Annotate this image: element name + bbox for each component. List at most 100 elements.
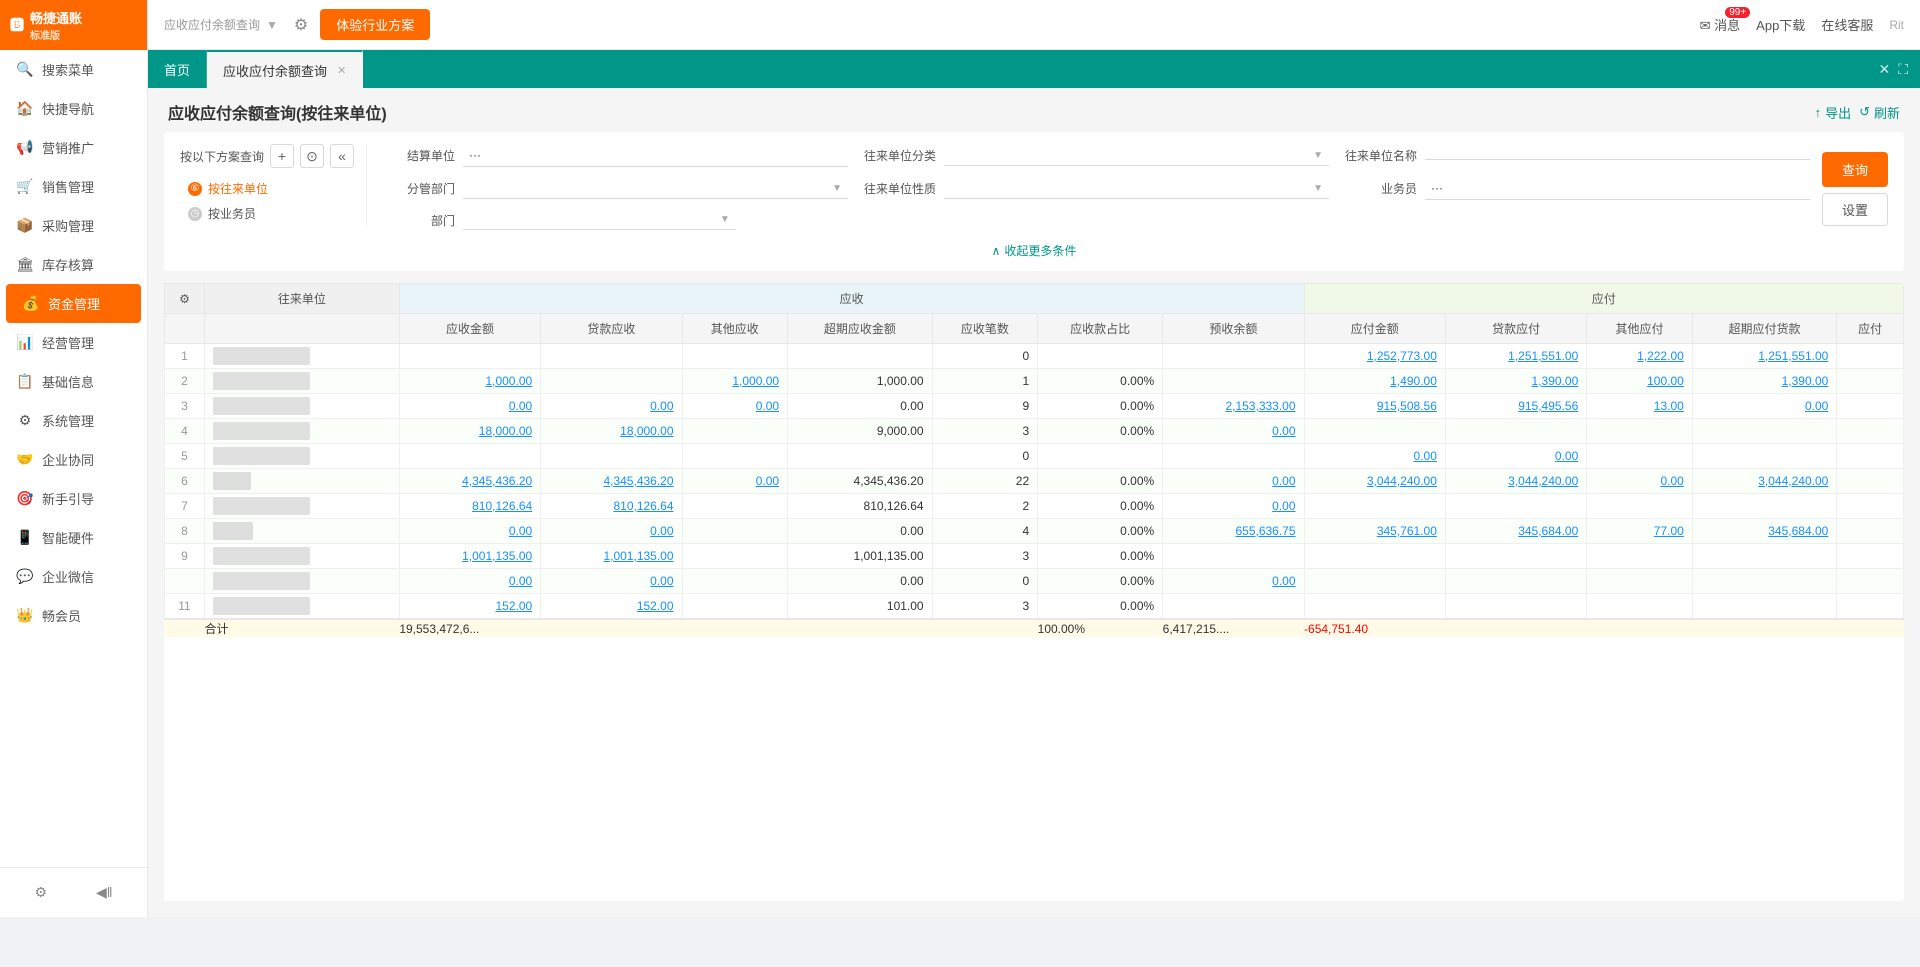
cell-loan-p[interactable]: 1,251,551.00 (1445, 344, 1586, 369)
industry-btn[interactable]: 体验行业方案 (320, 9, 430, 40)
cell-payable[interactable]: 1,490.00 (1304, 369, 1445, 394)
breadcrumb-arrow[interactable]: ▼ (266, 18, 278, 32)
salesman-input[interactable]: ··· (1425, 177, 1810, 200)
cell-overdue-p[interactable]: 1,390.00 (1692, 369, 1837, 394)
cell-other-p[interactable]: 0.00 (1587, 469, 1693, 494)
cell-loan-p[interactable]: 915,495.56 (1445, 394, 1586, 419)
cell-receivable[interactable]: 810,126.64 (399, 494, 540, 519)
tab-query[interactable]: 应收应付余额查询 ✕ (207, 50, 363, 88)
cell-other-p[interactable]: 100.00 (1587, 369, 1693, 394)
cell-receivable[interactable]: 152.00 (399, 594, 540, 620)
cell-overdue-p[interactable]: 1,251,551.00 (1692, 344, 1837, 369)
unit-nature-input[interactable]: ▼ (944, 179, 1329, 199)
sidebar-item-新手引导[interactable]: 🎯新手引导 (0, 479, 147, 518)
cell-payable[interactable]: 3,044,240.00 (1304, 469, 1445, 494)
app-download[interactable]: App下载 (1756, 15, 1805, 34)
tab-close-window-icon[interactable]: ✕ (1878, 61, 1890, 78)
cell-receivable[interactable]: 0.00 (399, 569, 540, 594)
cell-loan-r[interactable]: 152.00 (541, 594, 682, 620)
footer-advance[interactable]: 6,417,215.... (1163, 619, 1304, 637)
sidebar-item-资金管理[interactable]: 💰资金管理 (6, 284, 141, 323)
cell-advance[interactable]: 0.00 (1163, 469, 1304, 494)
dept-input[interactable]: ▼ (463, 179, 848, 199)
query-btn[interactable]: 查询 (1822, 152, 1888, 187)
unit-category-input[interactable]: ▼ (944, 146, 1329, 166)
unit-name-input[interactable] (1425, 151, 1810, 160)
sidebar-collapse-btn[interactable]: ◀‖ (90, 878, 119, 907)
add-scheme-btn[interactable]: + (270, 144, 294, 168)
sidebar-item-经营管理[interactable]: 📊经营管理 (0, 323, 147, 362)
cell-loan-r[interactable]: 18,000.00 (541, 419, 682, 444)
sidebar-item-采购管理[interactable]: 📦采购管理 (0, 206, 147, 245)
tab-expand-icon[interactable]: ⛶ (1898, 61, 1908, 78)
cell-receivable[interactable]: 18,000.00 (399, 419, 540, 444)
cell-loan-r[interactable]: 4,345,436.20 (541, 469, 682, 494)
cell-loan-r[interactable]: 0.00 (541, 519, 682, 544)
th-receivable-ratio: 应收款占比 (1038, 314, 1163, 344)
cell-receivable[interactable]: 0.00 (399, 394, 540, 419)
refresh-btn[interactable]: ↺ 刷新 (1859, 103, 1900, 122)
sidebar-item-营销推广[interactable]: 📢营销推广 (0, 128, 147, 167)
cell-other-r[interactable]: 0.00 (682, 469, 788, 494)
cell-loan-p[interactable]: 345,684.00 (1445, 519, 1586, 544)
table-container[interactable]: ⚙ 往来单位 应收 应付 应收金额 贷款应收 其他应收 超期应 (164, 283, 1904, 901)
cell-receivable[interactable]: 1,000.00 (399, 369, 540, 394)
collapse-more-btn[interactable]: ∧ 收起更多条件 (992, 242, 1077, 259)
cell-advance[interactable]: 655,636.75 (1163, 519, 1304, 544)
cell-payable[interactable]: 915,508.56 (1304, 394, 1445, 419)
sidebar-item-搜索菜单[interactable]: 🔍搜索菜单 (0, 50, 147, 89)
cell-loan-r[interactable]: 0.00 (541, 569, 682, 594)
cell-overdue-p[interactable]: 3,044,240.00 (1692, 469, 1837, 494)
sidebar-settings-btn[interactable]: ⚙ (28, 878, 53, 907)
sidebar-item-智能硬件[interactable]: 📱智能硬件 (0, 518, 147, 557)
cell-loan-r[interactable]: 810,126.64 (541, 494, 682, 519)
cell-loan-p[interactable]: 0.00 (1445, 444, 1586, 469)
cell-other-r[interactable]: 1,000.00 (682, 369, 788, 394)
tab-close-icon[interactable]: ✕ (337, 64, 346, 77)
sidebar-item-企业微信[interactable]: 💬企业微信 (0, 557, 147, 596)
cell-loan-p[interactable]: 3,044,240.00 (1445, 469, 1586, 494)
export-btn[interactable]: ↑ 导出 (1815, 103, 1852, 122)
cell-payable[interactable]: 0.00 (1304, 444, 1445, 469)
cell-other-p[interactable]: 77.00 (1587, 519, 1693, 544)
sidebar-item-销售管理[interactable]: 🛒销售管理 (0, 167, 147, 206)
cell-loan-p[interactable]: 1,390.00 (1445, 369, 1586, 394)
cell-advance[interactable]: 0.00 (1163, 494, 1304, 519)
cell-loan-r[interactable]: 1,001,135.00 (541, 544, 682, 569)
scheme-settings-btn[interactable]: ⊙ (300, 144, 324, 168)
cell-other-p[interactable]: 1,222.00 (1587, 344, 1693, 369)
department-input[interactable]: ▼ (463, 210, 736, 230)
cell-receivable[interactable]: 0.00 (399, 519, 540, 544)
cell-advance[interactable]: 2,153,333.00 (1163, 394, 1304, 419)
settlement-unit-input[interactable]: ··· (463, 144, 848, 167)
cell-advance[interactable]: 0.00 (1163, 419, 1304, 444)
sidebar-item-基础信息[interactable]: 📋基础信息 (0, 362, 147, 401)
gear-icon[interactable]: ⚙ (294, 15, 308, 35)
sidebar-label-5: 库存核算 (42, 255, 94, 274)
footer-receivable[interactable]: 19,553,472,6... (399, 619, 540, 637)
cell-payable[interactable]: 345,761.00 (1304, 519, 1445, 544)
sidebar-item-系统管理[interactable]: ⚙系统管理 (0, 401, 147, 440)
sidebar-item-企业协同[interactable]: 🤝企业协同 (0, 440, 147, 479)
message-area[interactable]: ✉ 消息 99+ (1700, 15, 1741, 34)
scheme-collapse-btn[interactable]: « (330, 144, 354, 168)
sidebar-item-畅会员[interactable]: 👑畅会员 (0, 596, 147, 635)
cell-loan-r[interactable]: 0.00 (541, 394, 682, 419)
scheme-by-unit[interactable]: ⑥ 按往来单位 (180, 176, 354, 201)
cell-receivable[interactable]: 4,345,436.20 (399, 469, 540, 494)
sidebar-item-快捷导航[interactable]: 🏠快捷导航 (0, 89, 147, 128)
tab-home[interactable]: 首页 (148, 50, 207, 88)
chevron-down-icon-4: ▼ (720, 214, 730, 225)
cell-overdue-p[interactable]: 0.00 (1692, 394, 1837, 419)
cell-receivable[interactable]: 1,001,135.00 (399, 544, 540, 569)
sidebar-item-库存核算[interactable]: 🏛库存核算 (0, 245, 147, 284)
cell-payable[interactable]: 1,252,773.00 (1304, 344, 1445, 369)
cell-other-r[interactable]: 0.00 (682, 394, 788, 419)
cell-advance[interactable]: 0.00 (1163, 569, 1304, 594)
cell-other-p[interactable]: 13.00 (1587, 394, 1693, 419)
setting-btn[interactable]: 设置 (1822, 193, 1888, 226)
cell-overdue-p[interactable]: 345,684.00 (1692, 519, 1837, 544)
online-service[interactable]: 在线客服 (1821, 15, 1873, 34)
table-settings-icon[interactable]: ⚙ (179, 292, 190, 306)
scheme-by-salesman[interactable]: ◷ 按业务员 (180, 201, 354, 226)
